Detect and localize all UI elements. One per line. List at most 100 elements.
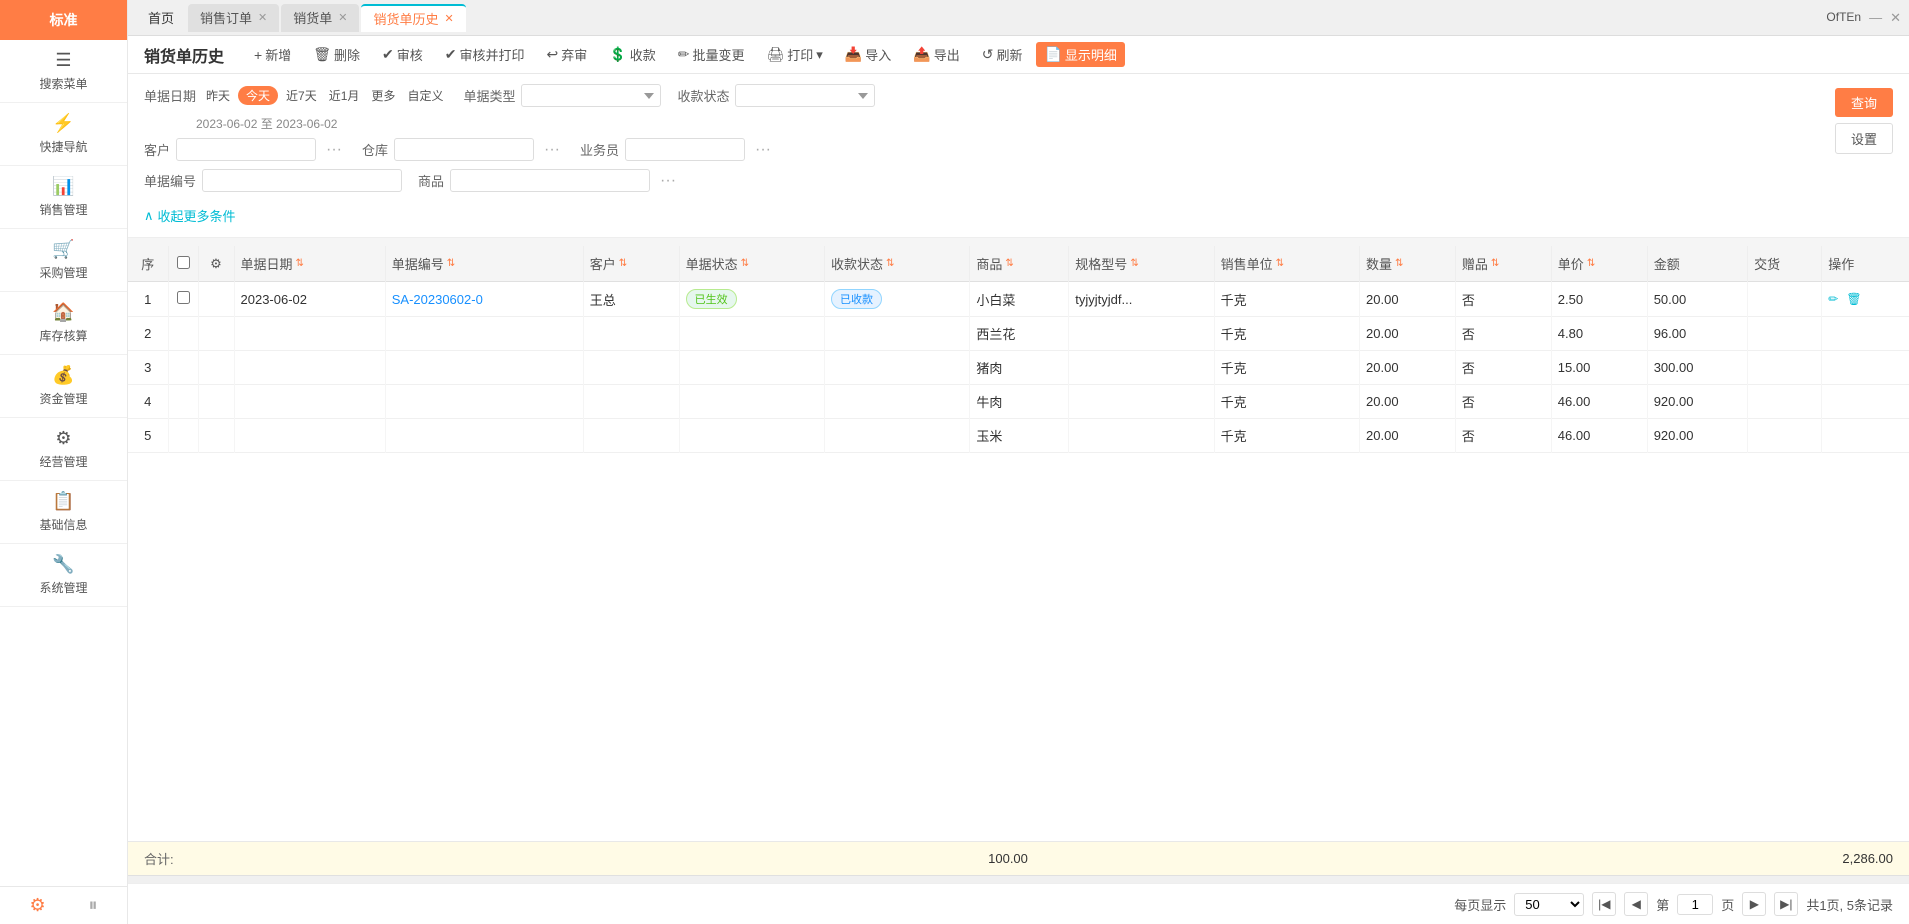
sidebar-item-purchase-mgmt[interactable]: 🛒 采购管理 [0,229,127,292]
cell-amount: 920.00 [1647,385,1747,419]
shortcut-custom[interactable]: 自定义 [403,86,447,105]
new-button[interactable]: + 新增 [246,42,299,67]
print-button[interactable]: 🖨 打印 ▾ [758,42,830,67]
cell-customer [583,317,679,351]
shortcut-yesterday[interactable]: 昨天 [202,86,234,105]
col-doc-date[interactable]: 单据日期 ⇅ [234,246,385,282]
cell-doc-date [234,385,385,419]
sidebar-bottom-icon-2[interactable]: ⏸ [89,895,98,916]
window-minimize-btn[interactable]: — [1869,10,1882,26]
payment-status-label: 收款状态 [677,86,729,105]
page-number-input[interactable] [1677,894,1713,915]
page-size-select[interactable]: 50 100 200 [1514,893,1584,916]
payment-status-select[interactable] [735,84,875,107]
tab-sales-goods-close[interactable]: ✕ [338,11,347,24]
next-page-btn[interactable]: ▶ [1742,892,1766,916]
doc-status-badge: 已生效 [686,289,737,309]
show-details-button[interactable]: 📄 显示明细 [1036,42,1124,67]
cell-seq: 5 [128,419,168,453]
batch-change-button[interactable]: ✏ 批量变更 [670,42,753,67]
sidebar-item-quick-nav[interactable]: ⚡ 快捷导航 [0,103,127,166]
date-range-text: 2023-06-02 至 2023-06-02 [196,117,337,131]
col-customer[interactable]: 客户 ⇅ [583,246,679,282]
import-button[interactable]: 📥 导入 [837,42,899,67]
collect-button[interactable]: 💲 收款 [601,42,663,67]
tab-sales-history[interactable]: 销货单历史 ✕ [361,4,465,32]
sidebar-item-ops-mgmt[interactable]: ⚙ 经营管理 [0,418,127,481]
shortcut-last7days[interactable]: 近7天 [282,86,321,105]
col-doc-status[interactable]: 单据状态 ⇅ [679,246,824,282]
warehouse-dots[interactable]: ··· [540,141,564,159]
export-button[interactable]: 📤 导出 [905,42,967,67]
cell-customer: 王总 [583,282,679,317]
delete-button[interactable]: 🗑 删除 [305,42,368,67]
salesperson-input[interactable] [625,138,745,161]
sort-gift-icon: ⇅ [1491,258,1499,269]
cell-actions [1822,317,1909,351]
tab-sales-goods[interactable]: 销货单 ✕ [281,4,359,32]
cell-transaction [1748,385,1822,419]
tab-sales-order[interactable]: 销售订单 ✕ [188,4,279,32]
goods-input[interactable] [450,169,650,192]
doc-number-link[interactable]: SA-20230602-0 [392,292,483,307]
total-info: 共1页, 5条记录 [1806,895,1893,914]
salesperson-dots[interactable]: ··· [751,141,775,159]
collapse-button[interactable]: ∧ 收起更多条件 [144,202,1827,229]
col-payment-status[interactable]: 收款状态 ⇅ [824,246,969,282]
shortcut-last1month[interactable]: 近1月 [325,86,364,105]
horizontal-scrollbar[interactable] [128,875,1909,883]
sidebar-bottom-icons: ⚙ ⏸ [0,887,127,924]
sidebar-item-basic-info[interactable]: 📋 基础信息 [0,481,127,544]
row-checkbox[interactable] [177,291,190,304]
window-close-btn[interactable]: ✕ [1890,10,1901,26]
tab-sales-history-close[interactable]: ✕ [445,12,454,25]
col-unit-price[interactable]: 单价 ⇅ [1551,246,1647,282]
sys-mgmt-icon: 🔧 [52,554,74,575]
import-icon: 📥 [845,46,862,63]
ops-mgmt-icon: ⚙ [55,428,71,449]
docno-input[interactable] [202,169,402,192]
row-action-btn-1[interactable]: 🗑 [1846,292,1861,306]
tab-sales-order-close[interactable]: ✕ [258,11,267,24]
warehouse-input[interactable] [394,138,534,161]
col-spec[interactable]: 规格型号 ⇅ [1069,246,1214,282]
tabs-bar-right: OfTEn — ✕ [1826,10,1901,26]
query-button[interactable]: 查询 [1835,88,1893,117]
last-page-btn[interactable]: ▶| [1774,892,1798,916]
batch-change-icon: ✏ [678,46,690,63]
sidebar-item-capital-mgmt[interactable]: 💰 资金管理 [0,355,127,418]
abandon-button[interactable]: ↩ 弃审 [539,42,596,67]
first-page-btn[interactable]: |◀ [1592,892,1616,916]
cell-qty: 20.00 [1360,385,1456,419]
refresh-button[interactable]: ↺ 刷新 [974,42,1031,67]
shortcut-today[interactable]: 今天 [238,86,278,105]
audit-button[interactable]: ✔ 审核 [374,42,431,67]
tab-home[interactable]: 首页 [136,4,186,32]
sidebar-item-sys-mgmt[interactable]: 🔧 系统管理 [0,544,127,607]
col-goods[interactable]: 商品 ⇅ [970,246,1069,282]
col-gift[interactable]: 赠品 ⇅ [1455,246,1551,282]
select-all-checkbox[interactable] [177,256,190,269]
col-qty[interactable]: 数量 ⇅ [1360,246,1456,282]
col-unit[interactable]: 销售单位 ⇅ [1214,246,1359,282]
sidebar-item-inventory[interactable]: 🏠 库存核算 [0,292,127,355]
cell-doc-number [385,419,583,453]
setting-button[interactable]: 设置 [1835,123,1893,154]
cell-amount: 50.00 [1647,282,1747,317]
doc-type-select[interactable] [521,84,661,107]
sidebar-item-sales-mgmt[interactable]: 📊 销售管理 [0,166,127,229]
col-settings[interactable]: ⚙ [198,246,234,282]
sidebar-item-search-menu[interactable]: ☰ 搜索菜单 [0,40,127,103]
prev-page-btn[interactable]: ◀ [1624,892,1648,916]
cell-amount: 96.00 [1647,317,1747,351]
customer-dots[interactable]: ··· [322,141,346,159]
customer-input[interactable] [176,138,316,161]
row-action-btn-0[interactable]: ✏ [1828,292,1838,306]
goods-dots[interactable]: ··· [656,172,680,190]
cell-doc-status [679,351,824,385]
col-doc-number[interactable]: 单据编号 ⇅ [385,246,583,282]
shortcut-more[interactable]: 更多 [367,86,399,105]
audit-print-button[interactable]: ✔ 审核并打印 [437,42,533,67]
sidebar-bottom-icon-1[interactable]: ⚙ [29,895,45,916]
summary-label: 合计: [144,849,174,868]
